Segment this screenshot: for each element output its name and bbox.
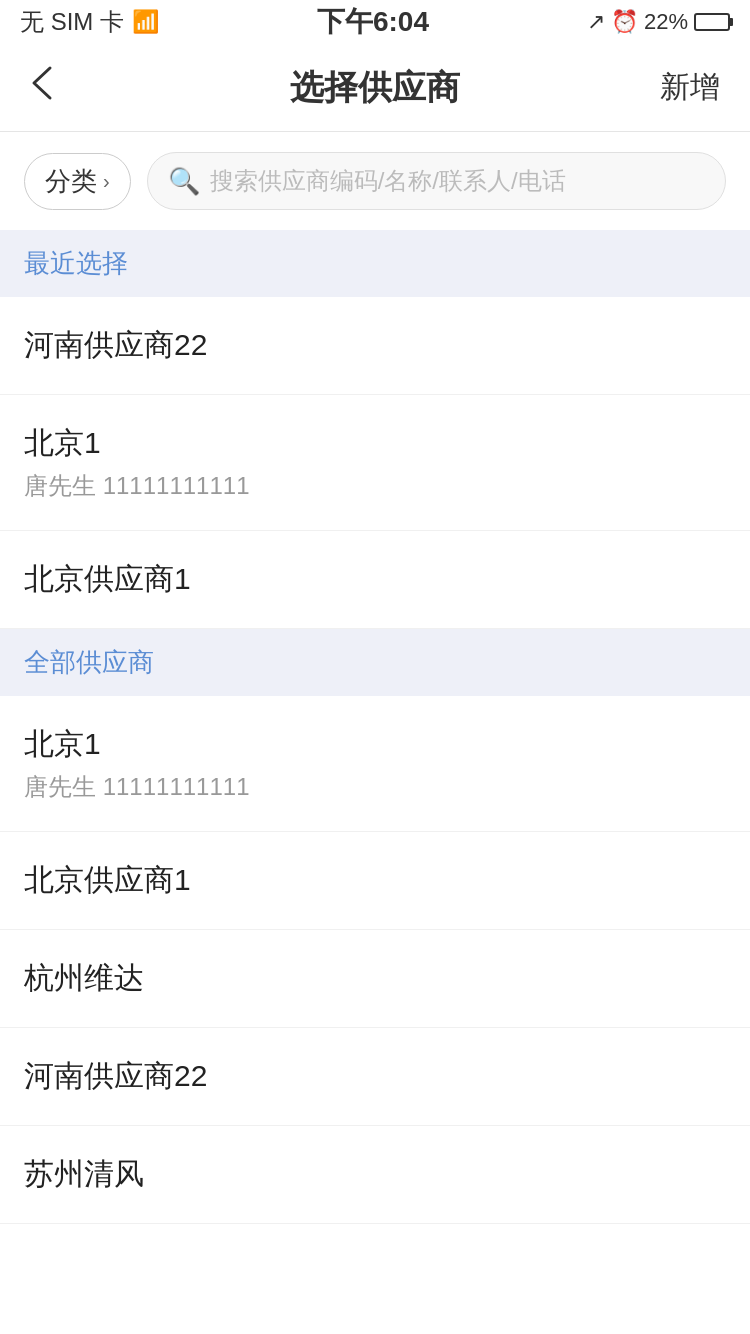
list-item[interactable]: 北京供应商1 [0,531,750,629]
sim-label: 无 SIM 卡 [20,6,124,38]
alarm-icon: ⏰ [611,9,638,35]
item-name: 苏州清风 [24,1154,726,1195]
nav-bar: 选择供应商 新增 [0,44,750,132]
category-label: 分类 [45,164,97,199]
back-button[interactable] [30,64,90,111]
item-name: 杭州维达 [24,958,726,999]
item-name: 北京1 [24,423,726,464]
search-placeholder: 搜索供应商编码/名称/联系人/电话 [210,165,566,197]
item-name: 北京1 [24,724,726,765]
status-bar: 无 SIM 卡 📶 下午6:04 ↗ ⏰ 22% [0,0,750,44]
list-item[interactable]: 北京1 唐先生 11111111111 [0,395,750,531]
section-header-recent: 最近选择 [0,230,750,297]
section-header-all: 全部供应商 [0,629,750,696]
chevron-right-icon: › [103,170,110,193]
page-title: 选择供应商 [290,65,460,111]
list-item[interactable]: 杭州维达 [0,930,750,1028]
item-name: 北京供应商1 [24,860,726,901]
list-item[interactable]: 苏州清风 [0,1126,750,1224]
filter-bar: 分类 › 🔍 搜索供应商编码/名称/联系人/电话 [0,132,750,230]
item-sub: 唐先生 11111111111 [24,771,726,803]
status-right: ↗ ⏰ 22% [587,9,730,35]
sections-container: 最近选择河南供应商22 北京1 唐先生 11111111111 北京供应商1 全部供应商… [0,230,750,1224]
list-item[interactable]: 北京1 唐先生 11111111111 [0,696,750,832]
list-item[interactable]: 河南供应商22 [0,297,750,395]
status-left: 无 SIM 卡 📶 [20,6,159,38]
battery-text: 22% [644,9,688,35]
wifi-icon: 📶 [132,9,159,35]
search-box[interactable]: 🔍 搜索供应商编码/名称/联系人/电话 [147,152,726,210]
location-icon: ↗ [587,9,605,35]
search-icon: 🔍 [168,166,200,197]
list-item[interactable]: 北京供应商1 [0,832,750,930]
status-time: 下午6:04 [317,3,429,41]
add-button[interactable]: 新增 [660,67,720,108]
item-name: 北京供应商1 [24,559,726,600]
item-sub: 唐先生 11111111111 [24,470,726,502]
category-button[interactable]: 分类 › [24,153,131,210]
item-name: 河南供应商22 [24,325,726,366]
list-item[interactable]: 河南供应商22 [0,1028,750,1126]
battery-icon [694,13,730,31]
item-name: 河南供应商22 [24,1056,726,1097]
